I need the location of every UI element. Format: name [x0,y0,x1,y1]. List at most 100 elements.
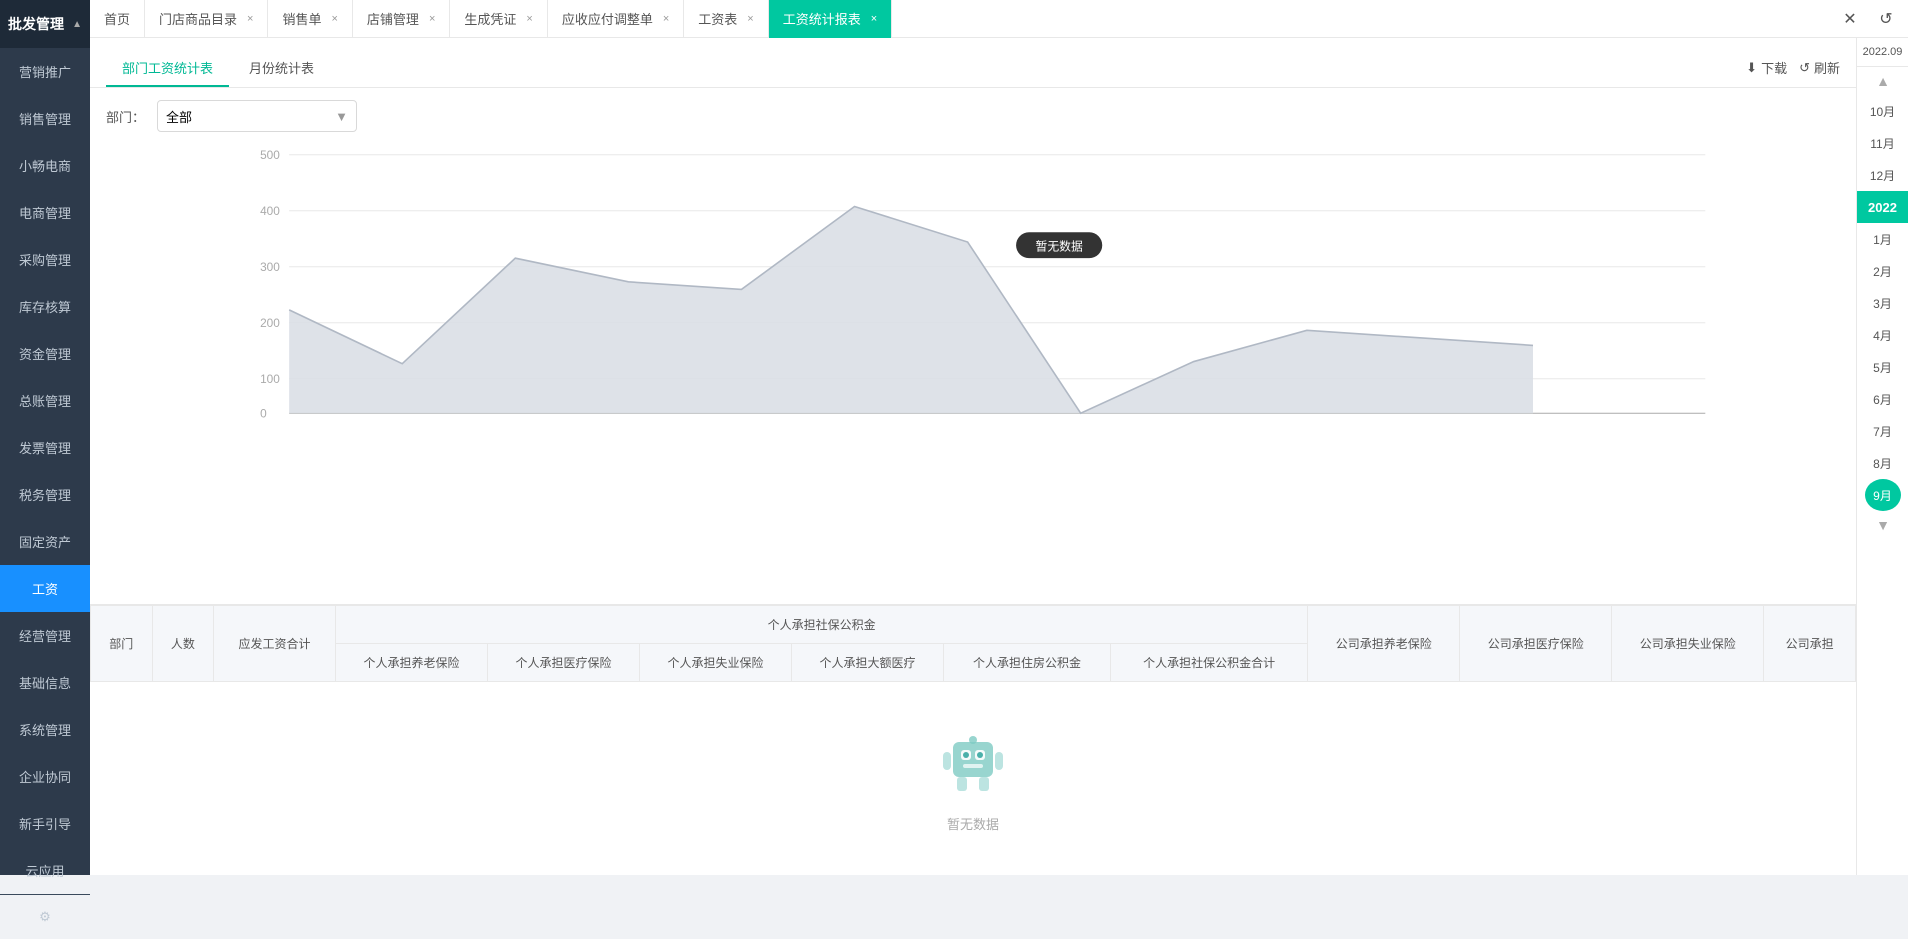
refresh-button[interactable]: ↺ 刷新 [1799,58,1840,77]
tab-label: 工资统计报表 [783,9,861,28]
calendar-year-label: 2022.09 [1863,46,1903,58]
svg-text:暂无数据: 暂无数据 [1035,240,1082,254]
sidebar-item-工资[interactable]: 工资 [0,565,90,612]
calendar-month-4月[interactable]: 4月 [1857,319,1908,351]
sub-tabs: 部门工资统计表月份统计表 [106,38,1746,87]
tab-首页[interactable]: 首页 [90,0,145,38]
table-header-p-unemployment: 个人承担失业保险 [639,644,791,682]
table-header-company-other: 公司承担 [1764,606,1856,682]
svg-text:100: 100 [260,372,280,386]
sidebar-title: 批发管理 [8,14,64,34]
tab-close-icon[interactable]: × [247,13,253,25]
data-table: 部门 人数 应发工资合计 个人承担社保公积金 公司承担养老保险 公司承担医疗保险… [90,605,1856,682]
download-button[interactable]: ⬇ 下载 [1746,58,1787,77]
download-icon: ⬇ [1746,60,1757,76]
calendar-month-6月[interactable]: 6月 [1857,383,1908,415]
sidebar-item-小畅电商[interactable]: 小畅电商 [0,142,90,189]
sidebar-item-总账管理[interactable]: 总账管理 [0,377,90,424]
tab-close-icon[interactable]: × [871,13,877,25]
table-header-personal-insurance: 个人承担社保公积金 [335,606,1307,644]
tab-close-icon[interactable]: × [331,13,337,25]
sidebar-item-企业协同[interactable]: 企业协同 [0,753,90,800]
calendar-year-display: 2022.09 [1857,38,1908,67]
table-header-p-pension: 个人承担养老保险 [335,644,487,682]
department-select[interactable]: 全部 ▼ [157,100,357,132]
sidebar-item-电商管理[interactable]: 电商管理 [0,189,90,236]
filter-label: 部门： [106,107,145,126]
tab-close-icon[interactable]: × [526,13,532,25]
calendar-month-8月[interactable]: 8月 [1857,447,1908,479]
tab-门店商品目录[interactable]: 门店商品目录 × [145,0,268,38]
tab-close-icon[interactable]: × [747,13,753,25]
sidebar-header[interactable]: 批发管理 ▲ [0,0,90,48]
table-header-total: 应发工资合计 [214,606,336,682]
calendar-nav-down[interactable]: ▼ [1857,511,1908,539]
sidebar-item-销售管理[interactable]: 销售管理 [0,95,90,142]
empty-robot-icon [933,722,1013,802]
page-area: 部门工资统计表月份统计表 ⬇ 下载 ↺ 刷新 部门： 全部 [90,38,1908,875]
calendar-month-12月[interactable]: 12月 [1857,159,1908,191]
table-header-company-medical: 公司承担医疗保险 [1460,606,1612,682]
sidebar-item-库存核算[interactable]: 库存核算 [0,283,90,330]
calendar-nav-up[interactable]: ▲ [1857,67,1908,95]
tab-label: 销售单 [282,9,321,28]
action-buttons: ⬇ 下载 ↺ 刷新 [1746,58,1840,87]
main-content: 首页门店商品目录×销售单×店铺管理×生成凭证×应收应付调整单×工资表×工资统计报… [90,0,1908,875]
content-panel: 部门工资统计表月份统计表 ⬇ 下载 ↺ 刷新 部门： 全部 [90,38,1856,875]
table-header-p-medical: 个人承担医疗保险 [487,644,639,682]
sidebar-item-固定资产[interactable]: 固定资产 [0,518,90,565]
svg-text:200: 200 [260,316,280,330]
sidebar-item-新手引导[interactable]: 新手引导 [0,800,90,847]
chart-svg: 500 400 300 200 100 0 [106,144,1840,424]
calendar-month-3月[interactable]: 3月 [1857,287,1908,319]
table-header-p-housing: 个人承担住房公积金 [943,644,1110,682]
tab-refresh-button[interactable]: ↺ [1872,5,1900,33]
tab-close-icon[interactable]: × [429,13,435,25]
calendar-month-2月[interactable]: 2月 [1857,255,1908,287]
table-area[interactable]: 部门 人数 应发工资合计 个人承担社保公积金 公司承担养老保险 公司承担医疗保险… [90,604,1856,875]
calendar-month-11月[interactable]: 11月 [1857,127,1908,159]
tab-应收应付调整单[interactable]: 应收应付调整单 × [548,0,684,38]
table-header-p-total: 个人承担社保公积金合计 [1111,644,1308,682]
sub-tab-0[interactable]: 部门工资统计表 [106,50,229,87]
svg-text:300: 300 [260,260,280,274]
filter-toolbar: 部门： 全部 ▼ [90,88,1856,144]
sidebar-item-经营管理[interactable]: 经营管理 [0,612,90,659]
calendar-month-7月[interactable]: 7月 [1857,415,1908,447]
tab-店铺管理[interactable]: 店铺管理× [353,0,450,38]
sidebar-item-税务管理[interactable]: 税务管理 [0,471,90,518]
refresh-icon: ↺ [1799,60,1810,76]
chart-area: 500 400 300 200 100 0 [90,144,1856,604]
calendar-panel: 2022.09 ▲ 10月11月12月20221月2月3月4月5月6月7月8月9… [1856,38,1908,875]
calendar-month-9月[interactable]: 9月 [1865,479,1901,511]
sidebar-item-基础信息[interactable]: 基础信息 [0,659,90,706]
tab-close-icon[interactable]: × [663,13,669,25]
sidebar-item-营销推广[interactable]: 营销推广 [0,48,90,95]
sidebar-settings[interactable]: ⚙ [0,894,90,939]
calendar-month-1月[interactable]: 1月 [1857,223,1908,255]
sub-tab-1[interactable]: 月份统计表 [233,50,330,87]
sidebar-item-资金管理[interactable]: 资金管理 [0,330,90,377]
calendar-month-2022[interactable]: 2022 [1857,191,1908,223]
tab-生成凭证[interactable]: 生成凭证× [450,0,547,38]
table-header-p-major-medical: 个人承担大额医疗 [791,644,943,682]
calendar-month-5月[interactable]: 5月 [1857,351,1908,383]
tab-销售单[interactable]: 销售单 × [268,0,352,38]
table-header-dept: 部门 [91,606,153,682]
dropdown-arrow-icon: ▼ [335,109,348,124]
svg-text:0: 0 [260,407,267,421]
settings-icon: ⚙ [39,909,51,924]
sidebar-item-云应用[interactable]: 云应用 [0,847,90,894]
sidebar-collapse-icon: ▲ [72,19,82,30]
svg-text:400: 400 [260,204,280,218]
tab-工资统计报表[interactable]: 工资统计报表 × [769,0,892,38]
tab-close-all-button[interactable]: ✕ [1836,5,1864,33]
sidebar-item-系统管理[interactable]: 系统管理 [0,706,90,753]
sidebar-item-发票管理[interactable]: 发票管理 [0,424,90,471]
tab-bar: 首页门店商品目录×销售单×店铺管理×生成凭证×应收应付调整单×工资表×工资统计报… [90,0,1908,38]
sidebar-item-采购管理[interactable]: 采购管理 [0,236,90,283]
tab-label: 门店商品目录 [159,9,237,28]
tab-工资表[interactable]: 工资表× [684,0,768,38]
tab-label: 应收应付调整单 [562,9,653,28]
calendar-month-10月[interactable]: 10月 [1857,95,1908,127]
